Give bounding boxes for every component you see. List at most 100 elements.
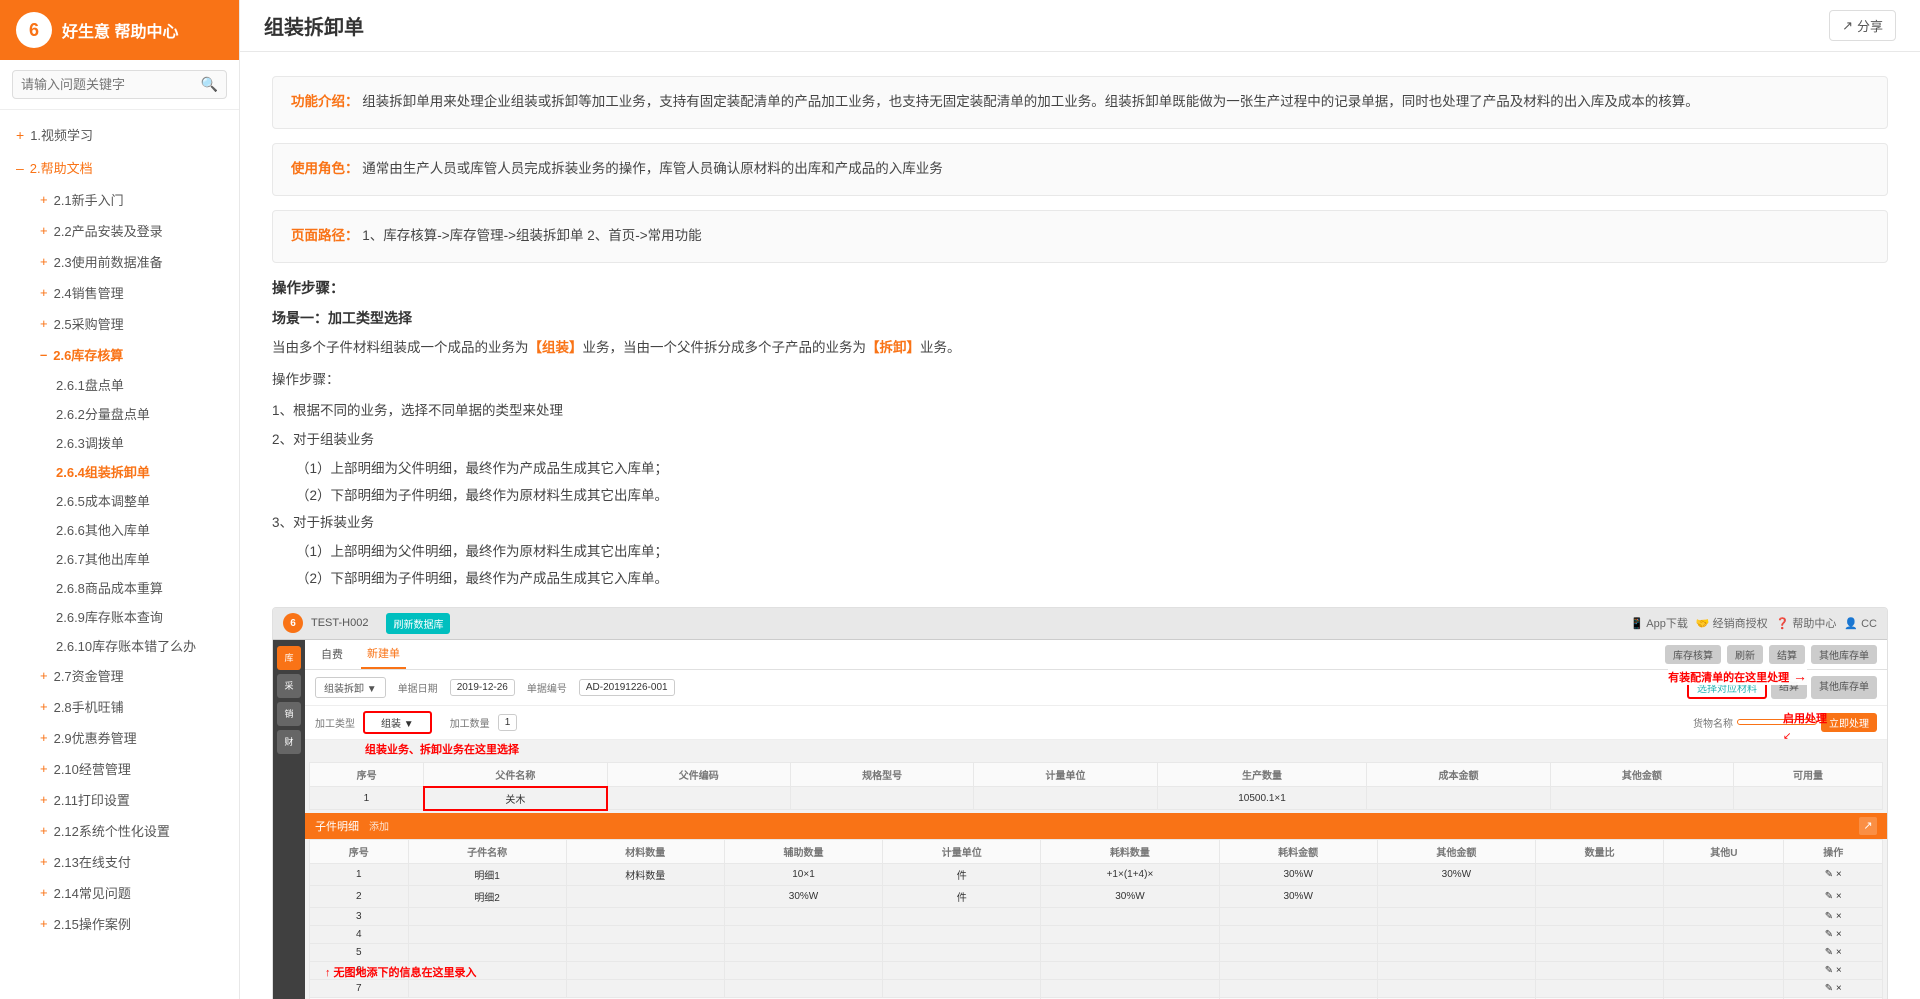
mock-upper-table: 序号 父件名称 父件编码 规格型号 计量单位 生产数量 成本金额 其他金额 xyxy=(309,762,1883,811)
path-text: 1、库存核算->库存管理->组装拆卸单 2、首页->常用功能 xyxy=(362,228,701,243)
th-parent-code: 父件编码 xyxy=(607,762,790,787)
sidebar-item-cases[interactable]: + 2.15操作案例 xyxy=(24,908,239,939)
nav-section-video: + 1.视频学习 xyxy=(0,118,239,151)
mock-nav-icon4: 财 xyxy=(277,730,301,754)
scenario1: 场景一：加工类型选择 当由多个子件材料组装成一个成品的业务为【组装】业务，当由一… xyxy=(272,308,1888,591)
path-label: 页面路径： xyxy=(291,228,359,243)
th-other-amt: 其他金额 xyxy=(1377,839,1535,863)
th-seq: 序号 xyxy=(310,762,424,787)
sidebar-item-install[interactable]: + 2.2产品安装及登录 xyxy=(24,215,239,246)
mock-app-name: TEST-H002 xyxy=(311,617,368,629)
mock-tabs: 自费 新建单 库存核算 刷新 结算 其他库存单 xyxy=(305,640,1887,670)
th-other: 其他金额 xyxy=(1550,762,1733,787)
intro-text: 组装拆卸单用来处理企业组装或拆卸等加工业务，支持有固定装配清单的产品加工业务，也… xyxy=(362,94,1699,109)
mock-date-label: 单据日期 xyxy=(398,680,438,695)
steps-section: 操作步骤： 场景一：加工类型选择 当由多个子件材料组装成一个成品的业务为【组装】… xyxy=(272,277,1888,999)
section-hint: 添加 xyxy=(369,818,389,833)
th-avail: 可用量 xyxy=(1734,762,1883,787)
mock-doctype: 组装拆卸 ▼ xyxy=(315,677,386,698)
search-icon[interactable]: 🔍 xyxy=(201,76,218,93)
sidebar-item-finance[interactable]: + 2.7资金管理 xyxy=(24,660,239,691)
th-consume-amt: 耗料金额 xyxy=(1219,839,1377,863)
step2-sub: （1）上部明细为父件明细，最终作为产成品生成其它入库单； （2）下部明细为子件明… xyxy=(272,458,1888,508)
step2-sub1: （1）上部明细为父件明细，最终作为产成品生成其它入库单； xyxy=(296,458,1888,481)
sidebar-item-ledger[interactable]: 2.6.9库存账本查询 xyxy=(40,602,239,631)
plus-icon: + xyxy=(40,854,48,869)
sidebar-item-docs[interactable]: – 2.帮助文档 xyxy=(0,151,239,184)
mock-date-val: 2019-12-26 xyxy=(450,679,515,696)
mock-annotation1: 有装配清单的在这里处理 → xyxy=(1668,668,1807,685)
sidebar-item-partial[interactable]: 2.6.2分量盘点单 xyxy=(40,399,239,428)
sidebar-item-other-out[interactable]: 2.6.7其他出库单 xyxy=(40,544,239,573)
section-expand-icon: ↗ xyxy=(1859,817,1877,835)
search-box[interactable]: 🔍 xyxy=(12,70,227,99)
share-icon: ↗ xyxy=(1842,18,1853,34)
sidebar-item-cost[interactable]: 2.6.5成本调整单 xyxy=(40,486,239,515)
sidebar-item-payment[interactable]: + 2.13在线支付 xyxy=(24,846,239,877)
sidebar-item-other-in[interactable]: 2.6.6其他入库单 xyxy=(40,515,239,544)
sidebar-item-faq[interactable]: + 2.14常见问题 xyxy=(24,877,239,908)
mock-section-divider: 子件明细 添加 ↗ xyxy=(305,813,1887,839)
step3: 3、对于拆装业务 xyxy=(272,512,1888,535)
th-seq2: 序号 xyxy=(310,839,409,863)
mock-nav-icon2: 采 xyxy=(277,674,301,698)
td-other xyxy=(1550,787,1733,810)
table-row-4: 4✎ × xyxy=(310,925,1883,943)
step2-sub2: （2）下部明细为子件明细，最终作为原材料生成其它出库单。 xyxy=(296,485,1888,508)
mock-main-area: 自费 新建单 库存核算 刷新 结算 其他库存单 xyxy=(305,640,1887,999)
step3-sub: （1）上部明细为父件明细，最终作为原材料生成其它出库单； （2）下部明细为子件明… xyxy=(272,541,1888,591)
share-button[interactable]: ↗ 分享 xyxy=(1829,10,1896,41)
th-parent-name: 父件名称 xyxy=(424,762,607,787)
sidebar-item-stocktake[interactable]: 2.6.1盘点单 xyxy=(40,370,239,399)
main-content: 组装拆卸单 ↗ 分享 功能介绍： 组装拆卸单用来处理企业组装或拆卸等加工业务，支… xyxy=(240,0,1920,999)
plus-icon: + xyxy=(40,285,48,300)
sidebar-item-video[interactable]: + 1.视频学习 xyxy=(0,118,239,151)
top-bar: 组装拆卸单 ↗ 分享 xyxy=(240,0,1920,52)
table-row-5: 5✎ × xyxy=(310,943,1883,961)
mock-logo: 6 xyxy=(283,613,303,633)
sidebar-item-coupon[interactable]: + 2.9优惠券管理 xyxy=(24,722,239,753)
th-spec: 规格型号 xyxy=(790,762,973,787)
mock-warehouse-val: AD-20191226-001 xyxy=(579,679,675,696)
mock-nav-icon1: 库 xyxy=(277,646,301,670)
mock-left-nav: 库 采 销 财 xyxy=(273,640,305,999)
td-parent-name: 关木 xyxy=(424,787,607,810)
nav-tree: + 1.视频学习 – 2.帮助文档 + 2.1新手入门 + 2.2产品安装及登录 xyxy=(0,110,239,999)
mock-qty-label: 加工数量 xyxy=(450,715,490,730)
td-spec xyxy=(790,787,973,810)
role-label: 使用角色： xyxy=(291,161,359,176)
sidebar-item-adjust[interactable]: 2.6.3调拨单 xyxy=(40,428,239,457)
help-icon: ❓ 帮助中心 xyxy=(1776,615,1837,631)
steps-label: 操作步骤： xyxy=(272,277,1888,298)
sidebar-item-goods-cost[interactable]: 2.6.8商品成本重算 xyxy=(40,573,239,602)
sidebar-item-ops[interactable]: + 2.10经营管理 xyxy=(24,753,239,784)
mock-tab-main: 自费 xyxy=(315,640,349,669)
mock-btn-edit: 库存核算 xyxy=(1665,645,1721,664)
mock-warehouse-label: 单据编号 xyxy=(527,680,567,695)
td-parent-code xyxy=(607,787,790,810)
search-input[interactable] xyxy=(21,77,201,92)
td-seq: 1 xyxy=(310,787,424,810)
sidebar-item-wrong[interactable]: 2.6.10库存账本错了么办 xyxy=(40,631,239,660)
table-row-1: 1 明细1 材料数量 10×1 件 +1×(1+4)× 30%W 30%W xyxy=(310,863,1883,885)
nav-sub-docs: + 2.1新手入门 + 2.2产品安装及登录 + 2.3使用前数据准备 + 2.… xyxy=(0,184,239,939)
sidebar-item-inventory[interactable]: – 2.6库存核算 xyxy=(24,339,239,370)
mock-btn-go: 立即处理 xyxy=(1821,713,1877,732)
mock-annotation2: 组装业务、拆卸业务在这里选择 xyxy=(365,740,519,757)
mock-lower-table: 序号 子件名称 材料数量 辅助数量 计量单位 耗料数量 耗料金额 其他金额 xyxy=(309,839,1883,999)
sidebar-item-custom[interactable]: + 2.12系统个性化设置 xyxy=(24,815,239,846)
sidebar-item-purchase[interactable]: + 2.5采购管理 xyxy=(24,308,239,339)
sidebar-item-print[interactable]: + 2.11打印设置 xyxy=(24,784,239,815)
section-label: 子件明细 xyxy=(315,818,359,834)
sidebar-item-mobile[interactable]: + 2.8手机旺铺 xyxy=(24,691,239,722)
sidebar-item-newbie[interactable]: + 2.1新手入门 xyxy=(24,184,239,215)
sidebar-item-sales[interactable]: + 2.4销售管理 xyxy=(24,277,239,308)
sidebar-item-assembly[interactable]: 2.6.4组装拆卸单 xyxy=(40,457,239,486)
intro-label: 功能介绍： xyxy=(291,94,359,109)
plus-icon: + xyxy=(40,730,48,745)
plus-icon: + xyxy=(40,254,48,269)
role-text: 通常由生产人员或库管人员完成拆装业务的操作，库管人员确认原材料的出库和产成品的入… xyxy=(362,161,943,176)
mock-type-select: 组装 ▼ xyxy=(363,711,432,734)
sidebar-item-prepare[interactable]: + 2.3使用前数据准备 xyxy=(24,246,239,277)
th-cost: 成本金额 xyxy=(1367,762,1550,787)
